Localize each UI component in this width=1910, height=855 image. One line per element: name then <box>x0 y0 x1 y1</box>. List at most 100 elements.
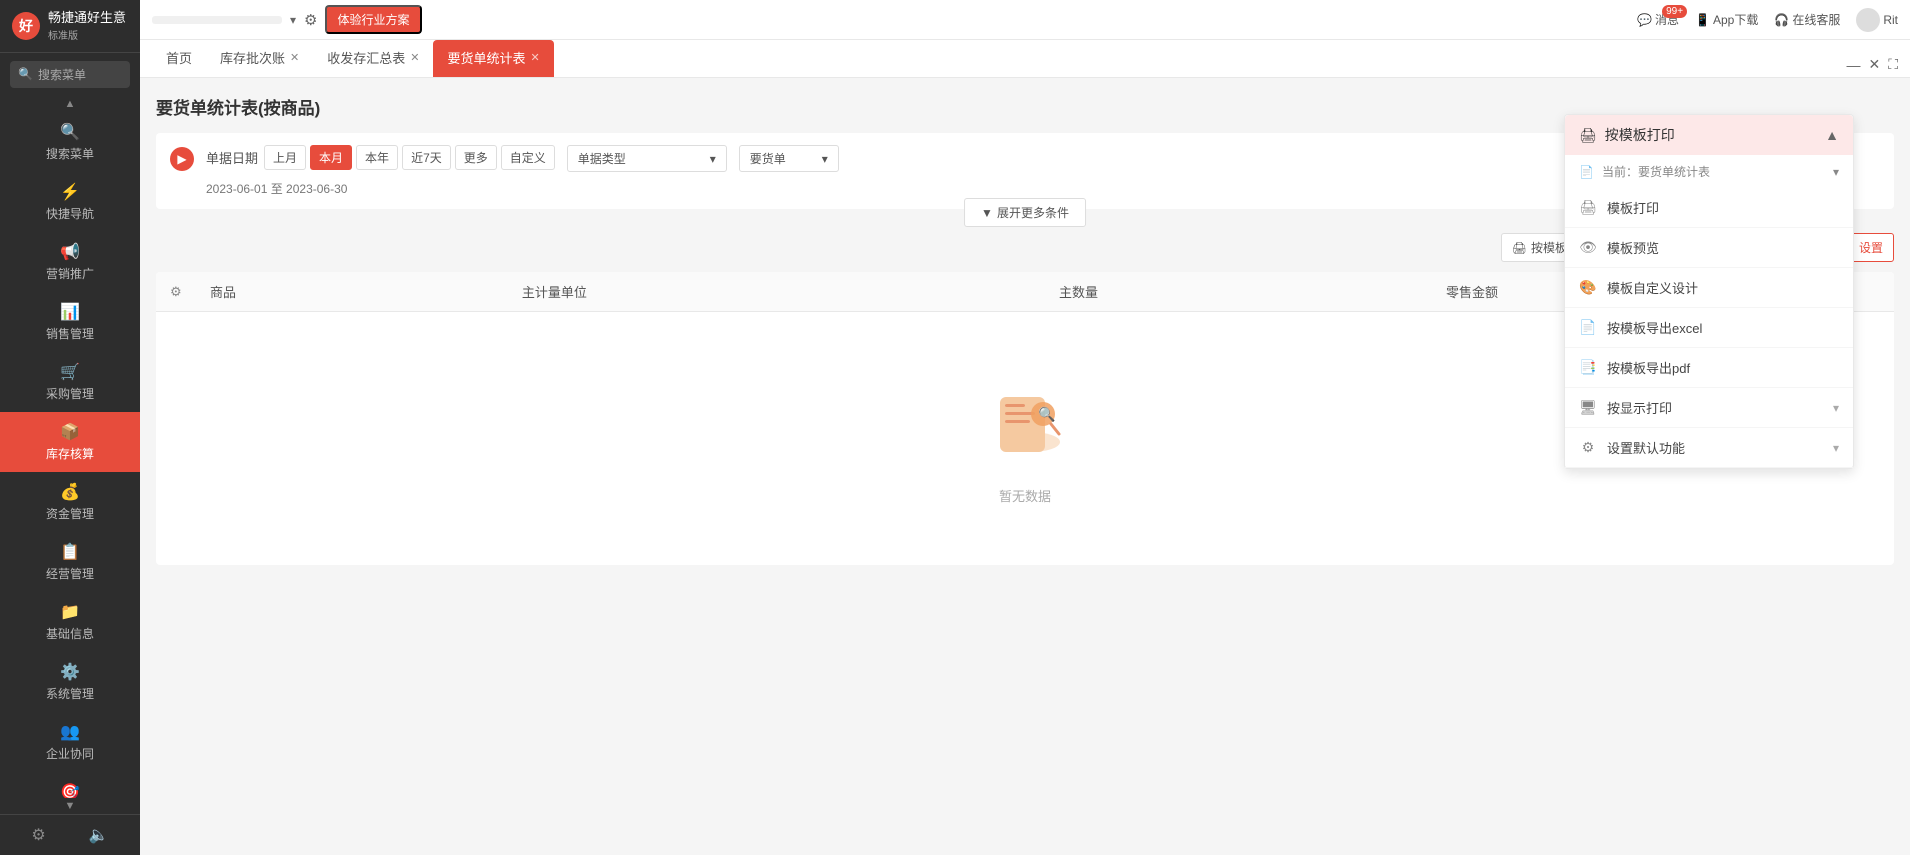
date-year-btn[interactable]: 本年 <box>356 145 398 170</box>
filter-toggle-btn[interactable]: ▶ <box>170 147 194 171</box>
sidebar-item-finance[interactable]: 💰 资金管理 <box>0 472 140 532</box>
app-name: 畅捷通好生意 <box>48 10 126 27</box>
display-print-arrow: ▾ <box>1833 401 1839 415</box>
tab-batch-account-close[interactable]: ✕ <box>290 51 299 64</box>
date-filter-label: 单据日期 <box>206 148 258 167</box>
export-pdf-label: 按模板导出pdf <box>1607 358 1690 377</box>
display-print-icon: 🖥 <box>1579 399 1597 416</box>
sound-footer-icon[interactable]: 🔈 <box>89 825 109 845</box>
sidebar-item-label: 资金管理 <box>46 505 94 522</box>
avatar <box>1856 8 1880 32</box>
tab-order-stats[interactable]: 要货单统计表 ✕ <box>433 40 553 77</box>
dropdown-item-template-design[interactable]: 🎨 模板自定义设计 <box>1565 268 1853 308</box>
dropdown-set-default[interactable]: ⚙ 设置默认功能 ▾ <box>1565 428 1853 468</box>
basics-icon: 📁 <box>60 602 80 622</box>
dropdown-item-template-preview[interactable]: 👁 模板预览 <box>1565 228 1853 268</box>
message-btn[interactable]: 💬 消息 99+ <box>1637 11 1679 28</box>
tab-home-label: 首页 <box>166 48 192 67</box>
sidebar-item-quick-nav[interactable]: ⚡ 快捷导航 <box>0 172 140 232</box>
svg-text:🔍: 🔍 <box>1038 405 1055 423</box>
sidebar-item-collab[interactable]: 👥 企业协同 <box>0 712 140 772</box>
search-label: 搜索菜单 <box>38 66 86 83</box>
display-print-label: 按显示打印 <box>1607 398 1672 417</box>
tab-receipt-summary-close[interactable]: ✕ <box>410 51 419 64</box>
sidebar-item-basics[interactable]: 📁 基础信息 <box>0 592 140 652</box>
tab-order-stats-close[interactable]: ✕ <box>531 51 540 64</box>
expand-more-container: ▼ 展开更多条件 <box>964 190 1086 227</box>
template-print-icon: 🖨 <box>1579 199 1597 216</box>
app-download-icon: 📱 <box>1695 13 1710 27</box>
tab-bar: 首页 库存批次账 ✕ 收发存汇总表 ✕ 要货单统计表 ✕ — ✕ ⛶ <box>140 40 1910 78</box>
dropdown-header-left: 🖨 按模板打印 <box>1579 125 1675 145</box>
topbar-gear-icon[interactable]: ⚙ <box>304 11 317 29</box>
dropdown-close-btn[interactable]: ▲ <box>1825 127 1839 143</box>
tab-receipt-summary[interactable]: 收发存汇总表 ✕ <box>313 40 433 77</box>
newbie-icon: 🎯 <box>60 782 80 798</box>
topbar-dropdown-arrow[interactable]: ▾ <box>290 13 296 27</box>
date-7days-btn[interactable]: 近7天 <box>402 145 451 170</box>
settings-footer-icon[interactable]: ⚙ <box>31 825 45 845</box>
date-filter-group: 单据日期 上月 本月 本年 近7天 更多 自定义 2023-06-01 至 20… <box>206 145 555 197</box>
type-filter-select[interactable]: 单据类型 ▾ <box>567 145 727 172</box>
template-design-icon: 🎨 <box>1579 279 1597 296</box>
topbar-search-box[interactable] <box>152 16 282 24</box>
sidebar-item-sales[interactable]: 📊 销售管理 <box>0 292 140 352</box>
dropdown-display-print[interactable]: 🖥 按显示打印 ▾ <box>1565 388 1853 428</box>
tab-receipt-summary-label: 收发存汇总表 <box>327 48 405 67</box>
app-download-label: App下载 <box>1713 11 1758 28</box>
window-close-btn[interactable]: ✕ <box>1868 56 1880 73</box>
sidebar-item-purchase[interactable]: 🛒 采购管理 <box>0 352 140 412</box>
tab-batch-account[interactable]: 库存批次账 ✕ <box>206 40 313 77</box>
sidebar-item-operations[interactable]: 📋 经营管理 <box>0 532 140 592</box>
sidebar-footer: ⚙ 🔈 <box>0 814 140 855</box>
dropdown-item-export-pdf[interactable]: 📑 按模板导出pdf <box>1565 348 1853 388</box>
dropdown-item-export-excel[interactable]: 📄 按模板导出excel <box>1565 308 1853 348</box>
window-expand-btn[interactable]: ⛶ <box>1888 56 1898 73</box>
finance-icon: 💰 <box>60 482 80 502</box>
online-service-btn[interactable]: 🎧 在线客服 <box>1774 11 1840 28</box>
col-settings[interactable]: ⚙ <box>156 272 196 312</box>
app-download-btn[interactable]: 📱 App下载 <box>1695 11 1758 28</box>
col-goods: 商品 <box>196 272 508 312</box>
date-btns: 上月 本月 本年 近7天 更多 自定义 <box>264 145 555 170</box>
date-custom-btn[interactable]: 自定义 <box>501 145 555 170</box>
expand-more-btn[interactable]: ▼ 展开更多条件 <box>964 198 1086 227</box>
tab-home[interactable]: 首页 <box>152 40 206 77</box>
date-more-btn[interactable]: 更多 <box>455 145 497 170</box>
service-icon: 🎧 <box>1774 13 1789 27</box>
expand-label: 展开更多条件 <box>997 204 1069 221</box>
topbar: ▾ ⚙ 体验行业方案 💬 消息 99+ 📱 App下载 🎧 在线客服 Rit <box>140 0 1910 40</box>
sidebar-item-label: 营销推广 <box>46 265 94 282</box>
sidebar-item-inventory[interactable]: 📦 库存核算 <box>0 412 140 472</box>
sidebar-item-search[interactable]: 🔍 搜索菜单 <box>0 112 140 172</box>
trial-btn[interactable]: 体验行业方案 <box>325 5 421 34</box>
dropdown-title: 按模板打印 <box>1605 125 1675 145</box>
expand-icon: ▼ <box>981 206 993 220</box>
col-qty: 主数量 <box>1045 272 1432 312</box>
username-label: Rit <box>1883 13 1898 27</box>
current-template-label: 当前：要货单统计表 <box>1602 163 1710 180</box>
dropdown-item-template-print[interactable]: 🖨 模板打印 <box>1565 188 1853 228</box>
sidebar-item-system[interactable]: ⚙️ 系统管理 <box>0 652 140 712</box>
col-settings-icon[interactable]: ⚙ <box>170 284 182 299</box>
yh-filter-select[interactable]: 要货单 ▾ <box>739 145 839 172</box>
current-template-icon: 📄 <box>1579 165 1594 179</box>
sidebar-nav: 🔍 搜索菜单 ⚡ 快捷导航 📢 营销推广 📊 销售管理 🛒 采购管理 📦 库存核… <box>0 112 140 798</box>
scroll-down-btn[interactable]: ▼ <box>0 798 140 814</box>
sidebar-item-newbie[interactable]: 🎯 新手引导 <box>0 772 140 798</box>
date-current-btn[interactable]: 本月 <box>310 145 352 170</box>
settings-btn[interactable]: 设置 <box>1848 233 1894 262</box>
user-avatar-btn[interactable]: Rit <box>1856 8 1898 32</box>
search-icon: 🔍 <box>18 67 33 81</box>
window-minimize-btn[interactable]: — <box>1846 57 1860 73</box>
date-prev-btn[interactable]: 上月 <box>264 145 306 170</box>
sidebar-search[interactable]: 🔍 搜索菜单 <box>10 61 130 88</box>
sidebar-item-marketing[interactable]: 📢 营销推广 <box>0 232 140 292</box>
dropdown-header: 🖨 按模板打印 ▲ <box>1565 115 1853 155</box>
scroll-up-btn[interactable]: ▲ <box>0 96 140 112</box>
export-excel-label: 按模板导出excel <box>1607 318 1702 337</box>
print-dropdown: 🖨 按模板打印 ▲ 📄 当前：要货单统计表 ▾ 🖨 模板打印 👁 模板预览 <box>1564 114 1854 469</box>
page-content: 要货单统计表(按商品) ▶ 单据日期 上月 本月 本年 近7天 更多 自定义 <box>140 78 1910 855</box>
main-content: ▾ ⚙ 体验行业方案 💬 消息 99+ 📱 App下载 🎧 在线客服 Rit <box>140 0 1910 855</box>
current-template-arrow[interactable]: ▾ <box>1833 165 1839 179</box>
